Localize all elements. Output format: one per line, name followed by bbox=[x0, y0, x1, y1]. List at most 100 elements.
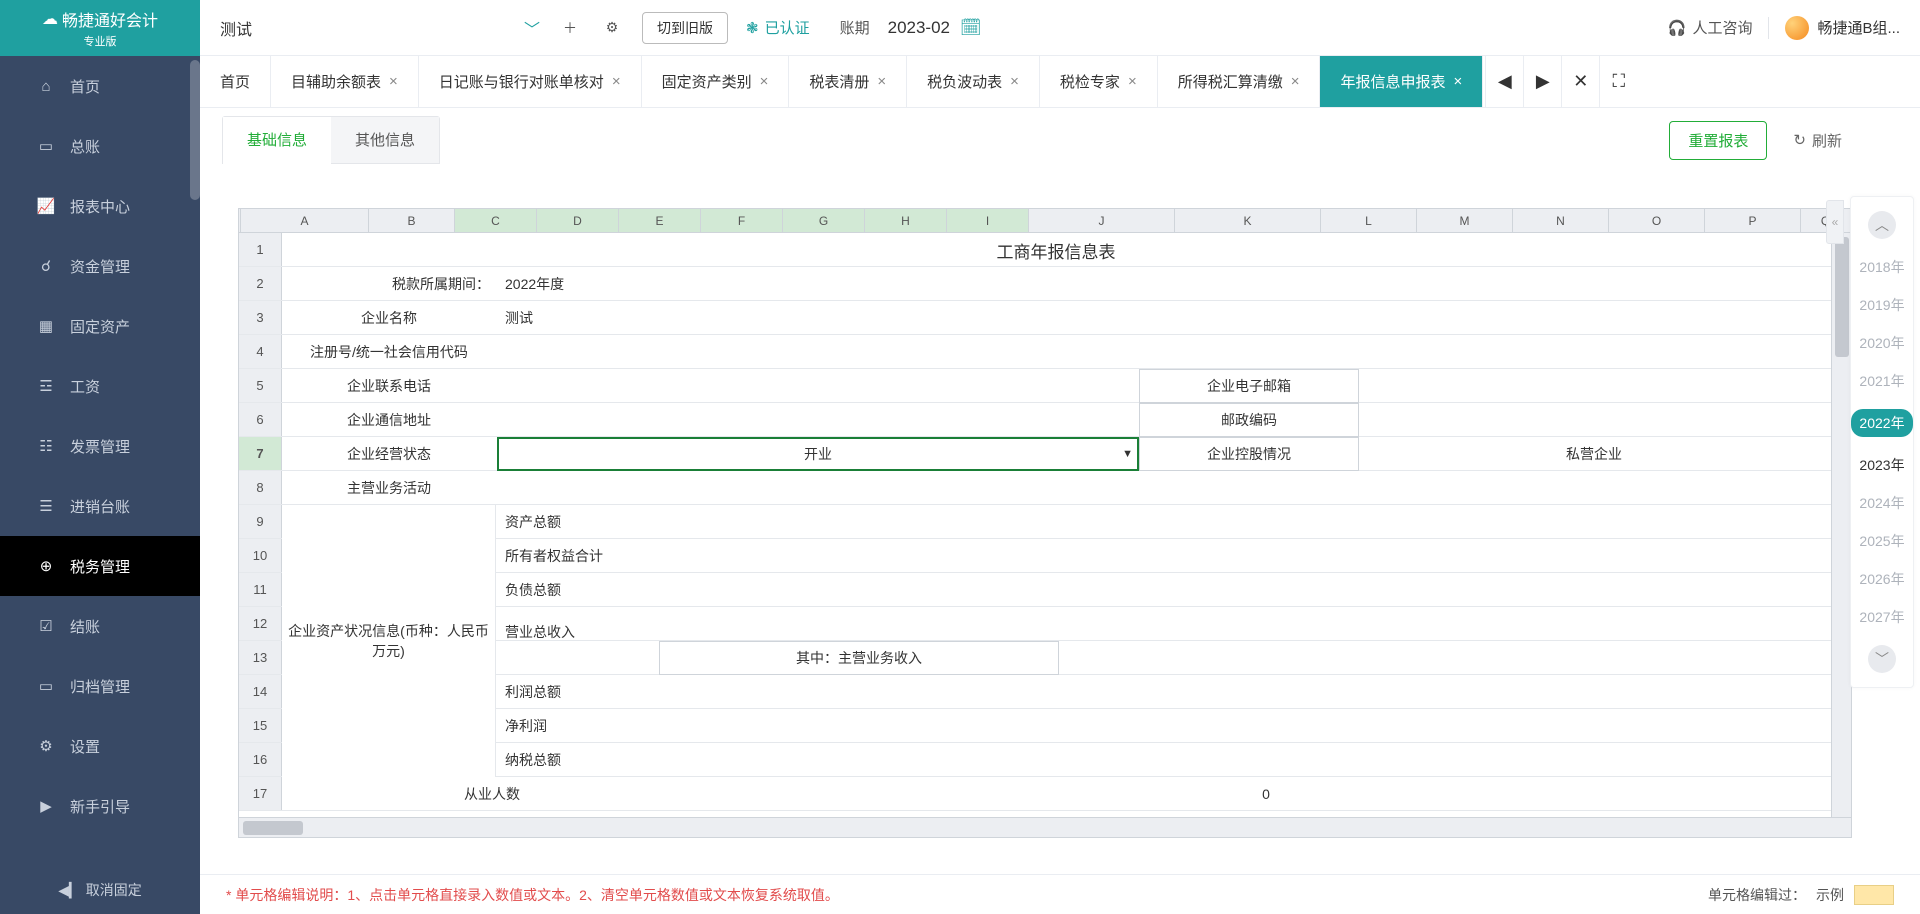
col-I[interactable]: I bbox=[947, 209, 1029, 232]
sidebar-scrollbar[interactable] bbox=[190, 60, 200, 200]
tab-tax-fluct[interactable]: 税负波动表× bbox=[907, 56, 1040, 107]
year-2019年[interactable]: 2019年 bbox=[1859, 295, 1904, 315]
close-icon[interactable]: × bbox=[389, 73, 398, 90]
row-14[interactable]: 14 bbox=[239, 675, 282, 708]
value-company[interactable]: 测试 bbox=[499, 301, 1299, 335]
tab-home[interactable]: 首页 bbox=[200, 56, 271, 107]
col-C[interactable]: C bbox=[455, 209, 537, 232]
col-O[interactable]: O bbox=[1609, 209, 1705, 232]
year-2020年[interactable]: 2020年 bbox=[1859, 333, 1904, 353]
nav-funds[interactable]: ☌资金管理 bbox=[0, 236, 200, 296]
nav-guide[interactable]: ▶新手引导 bbox=[0, 776, 200, 836]
active-cell-status[interactable]: 开业▼ bbox=[497, 437, 1139, 471]
row-15[interactable]: 15 bbox=[239, 709, 282, 742]
company-selector[interactable]: 测试 ﹀ bbox=[220, 16, 540, 40]
tabs-fullscreen[interactable]: ⛶ bbox=[1599, 56, 1637, 108]
close-icon[interactable]: × bbox=[1010, 73, 1019, 90]
tab-annual-report[interactable]: 年报信息申报表× bbox=[1320, 56, 1483, 107]
tab-income-tax[interactable]: 所得税汇算清缴× bbox=[1158, 56, 1321, 107]
close-icon[interactable]: × bbox=[612, 73, 621, 90]
col-G[interactable]: G bbox=[783, 209, 865, 232]
tab-tax-expert[interactable]: 税检专家× bbox=[1040, 56, 1158, 107]
support-button[interactable]: 🎧人工咨询 bbox=[1668, 17, 1753, 38]
period-picker[interactable]: 2023-02🗓 bbox=[888, 18, 982, 38]
col-M[interactable]: M bbox=[1417, 209, 1513, 232]
horizontal-scrollbar[interactable] bbox=[239, 817, 1851, 837]
col-F[interactable]: F bbox=[701, 209, 783, 232]
year-2025年[interactable]: 2025年 bbox=[1859, 531, 1904, 551]
row-11[interactable]: 11 bbox=[239, 573, 282, 606]
nav-invoice[interactable]: ☷发票管理 bbox=[0, 416, 200, 476]
col-E[interactable]: E bbox=[619, 209, 701, 232]
nav-settings[interactable]: ⚙设置 bbox=[0, 716, 200, 776]
refresh-button[interactable]: ↻刷新 bbox=[1793, 130, 1842, 151]
reset-button[interactable]: 重置报表 bbox=[1669, 121, 1767, 160]
settings-button[interactable]: ⚙ bbox=[600, 16, 624, 40]
row-12[interactable]: 12 bbox=[239, 607, 282, 640]
close-icon[interactable]: × bbox=[760, 73, 769, 90]
row-9[interactable]: 9 bbox=[239, 505, 282, 538]
col-K[interactable]: K bbox=[1175, 209, 1321, 232]
year-2026年[interactable]: 2026年 bbox=[1859, 569, 1904, 589]
col-D[interactable]: D bbox=[537, 209, 619, 232]
nav-home[interactable]: ⌂首页 bbox=[0, 56, 200, 116]
close-icon[interactable]: × bbox=[1128, 73, 1137, 90]
close-icon[interactable]: × bbox=[1291, 73, 1300, 90]
col-H[interactable]: H bbox=[865, 209, 947, 232]
dropdown-icon[interactable]: ▼ bbox=[1122, 448, 1133, 460]
tabs-close-all[interactable]: ✕ bbox=[1561, 56, 1599, 108]
tab-asset-cat[interactable]: 固定资产类别× bbox=[642, 56, 790, 107]
nav-inventory[interactable]: ☰进销台账 bbox=[0, 476, 200, 536]
tab-tax-list[interactable]: 税表清册× bbox=[789, 56, 907, 107]
year-down[interactable]: ﹀ bbox=[1868, 645, 1896, 673]
vertical-scrollbar[interactable] bbox=[1831, 233, 1851, 817]
row-16[interactable]: 16 bbox=[239, 743, 282, 776]
row-2[interactable]: 2 bbox=[239, 267, 282, 300]
col-N[interactable]: N bbox=[1513, 209, 1609, 232]
tab-bank[interactable]: 日记账与银行对账单核对× bbox=[419, 56, 642, 107]
col-L[interactable]: L bbox=[1321, 209, 1417, 232]
nav-close[interactable]: ☑结账 bbox=[0, 596, 200, 656]
year-2027年[interactable]: 2027年 bbox=[1859, 607, 1904, 627]
col-P[interactable]: P bbox=[1705, 209, 1801, 232]
row-17[interactable]: 17 bbox=[239, 777, 282, 810]
nav-salary[interactable]: ☲工资 bbox=[0, 356, 200, 416]
year-up[interactable]: ︿ bbox=[1868, 211, 1896, 239]
unpin-button[interactable]: ◀▎取消固定 bbox=[0, 880, 200, 900]
tab-balance[interactable]: 目辅助余额表× bbox=[271, 56, 419, 107]
subtab-other[interactable]: 其他信息 bbox=[331, 117, 439, 163]
nav-ledger[interactable]: ▭总账 bbox=[0, 116, 200, 176]
nav-assets[interactable]: ▦固定资产 bbox=[0, 296, 200, 356]
nav-reports[interactable]: 📈报表中心 bbox=[0, 176, 200, 236]
col-B[interactable]: B bbox=[369, 209, 455, 232]
year-2022年[interactable]: 2022年 bbox=[1851, 409, 1912, 437]
row-8[interactable]: 8 bbox=[239, 471, 282, 504]
tabs-prev[interactable]: ◀ bbox=[1485, 56, 1523, 108]
close-icon[interactable]: × bbox=[1454, 73, 1463, 90]
period-value-cell[interactable]: 2022年度 bbox=[499, 267, 799, 301]
row-10[interactable]: 10 bbox=[239, 539, 282, 572]
tabs-next[interactable]: ▶ bbox=[1523, 56, 1561, 108]
add-button[interactable]: ＋ bbox=[558, 16, 582, 40]
row-4[interactable]: 4 bbox=[239, 335, 282, 368]
user-menu[interactable]: 畅捷通B组... bbox=[1785, 16, 1900, 40]
row-13[interactable]: 13 bbox=[239, 641, 282, 674]
row-7[interactable]: 7 bbox=[239, 437, 282, 470]
close-icon[interactable]: × bbox=[877, 73, 886, 90]
row-3[interactable]: 3 bbox=[239, 301, 282, 334]
row-6[interactable]: 6 bbox=[239, 403, 282, 436]
year-2024年[interactable]: 2024年 bbox=[1859, 493, 1904, 513]
col-J[interactable]: J bbox=[1029, 209, 1175, 232]
year-2018年[interactable]: 2018年 bbox=[1859, 257, 1904, 277]
collapse-year-panel[interactable]: « bbox=[1826, 200, 1844, 244]
col-A[interactable]: A bbox=[241, 209, 369, 232]
nav-tax[interactable]: ⊕税务管理 bbox=[0, 536, 200, 596]
year-2021年[interactable]: 2021年 bbox=[1859, 371, 1904, 391]
subtab-basic[interactable]: 基础信息 bbox=[223, 117, 331, 164]
row-1[interactable]: 1 bbox=[239, 233, 282, 266]
year-2023年[interactable]: 2023年 bbox=[1859, 455, 1904, 475]
nav-archive[interactable]: ▭归档管理 bbox=[0, 656, 200, 716]
row-5[interactable]: 5 bbox=[239, 369, 282, 402]
value-employees[interactable]: 0 bbox=[702, 777, 1830, 811]
old-version-button[interactable]: 切到旧版 bbox=[642, 12, 728, 44]
